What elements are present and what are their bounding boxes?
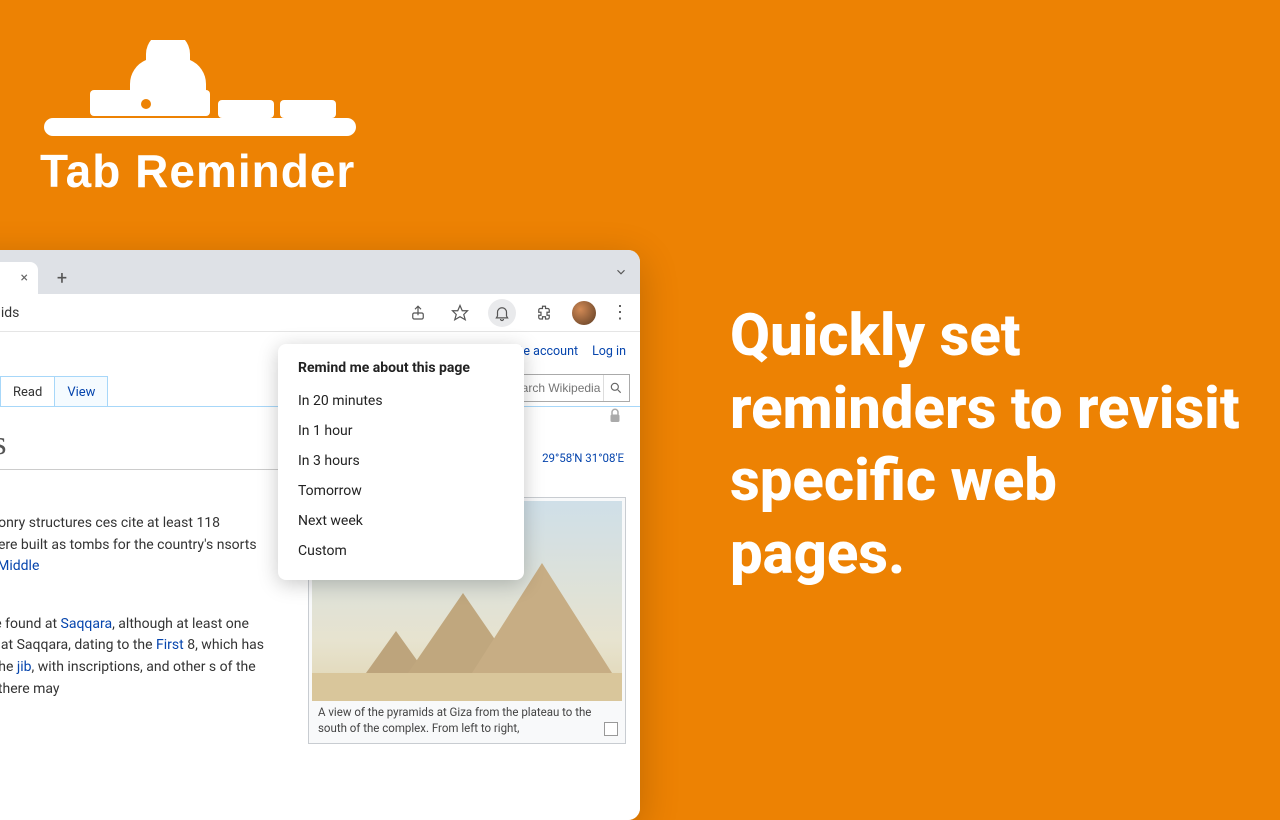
article-text: ds are ancient masonry structures ces ci…: [0, 513, 280, 701]
profile-avatar[interactable]: [572, 301, 596, 325]
bell-icon[interactable]: [488, 299, 516, 327]
app-name: Tab Reminder: [40, 144, 360, 198]
address-bar[interactable]: ki/Egyptian_pyramids: [0, 305, 390, 321]
text-fragment: , with inscriptions, and other s of the …: [0, 659, 256, 697]
tabs-chevron-icon[interactable]: [614, 264, 628, 283]
article-subtitle: encyclopedia: [0, 478, 280, 493]
browser-window: × + ki/Egyptian_pyramids ⋮ Create acco: [0, 250, 640, 820]
star-icon[interactable]: [446, 299, 474, 327]
infobox-caption: A view of the pyramids at Giza from the …: [312, 701, 622, 740]
text-fragment: yptian pyramids are found at: [0, 616, 61, 632]
reminder-popup: Remind me about this page In 20 minutes …: [278, 344, 524, 580]
popup-heading: Remind me about this page: [298, 360, 504, 376]
reminder-option[interactable]: Next week: [298, 506, 504, 536]
link-saqqara[interactable]: Saqqara: [61, 616, 113, 632]
browser-menu-icon[interactable]: ⋮: [610, 302, 630, 323]
text-fragment: are ancient masonry structures ces cite …: [0, 515, 220, 553]
tab-strip: × +: [0, 250, 640, 294]
reminder-option[interactable]: In 1 hour: [298, 416, 504, 446]
link-jib[interactable]: jib: [17, 659, 32, 675]
link-first[interactable]: First: [156, 637, 184, 653]
new-tab-button[interactable]: +: [48, 264, 76, 292]
close-tab-icon[interactable]: ×: [21, 270, 28, 286]
extensions-icon[interactable]: [530, 299, 558, 327]
reminder-option[interactable]: Tomorrow: [298, 476, 504, 506]
reminder-option[interactable]: In 20 minutes: [298, 386, 504, 416]
app-logo: [40, 40, 360, 140]
tab-read[interactable]: Read: [0, 376, 55, 406]
login-link[interactable]: Log in: [592, 344, 626, 359]
coordinates[interactable]: 29°58′N 31°08′E: [542, 451, 624, 465]
reminder-option[interactable]: In 3 hours: [298, 446, 504, 476]
browser-toolbar: ki/Egyptian_pyramids ⋮: [0, 294, 640, 332]
expand-image-icon[interactable]: [604, 722, 618, 736]
marketing-tagline: Quickly set reminders to revisit specifi…: [730, 300, 1240, 590]
search-icon[interactable]: [603, 375, 627, 401]
article-title: pyramids: [0, 425, 280, 470]
link-middle[interactable]: Middle: [0, 558, 39, 574]
reminder-option[interactable]: Custom: [298, 536, 504, 566]
lock-icon: [606, 407, 624, 429]
browser-tab[interactable]: ×: [0, 262, 38, 294]
share-icon[interactable]: [404, 299, 432, 327]
tab-view[interactable]: View: [54, 376, 108, 406]
